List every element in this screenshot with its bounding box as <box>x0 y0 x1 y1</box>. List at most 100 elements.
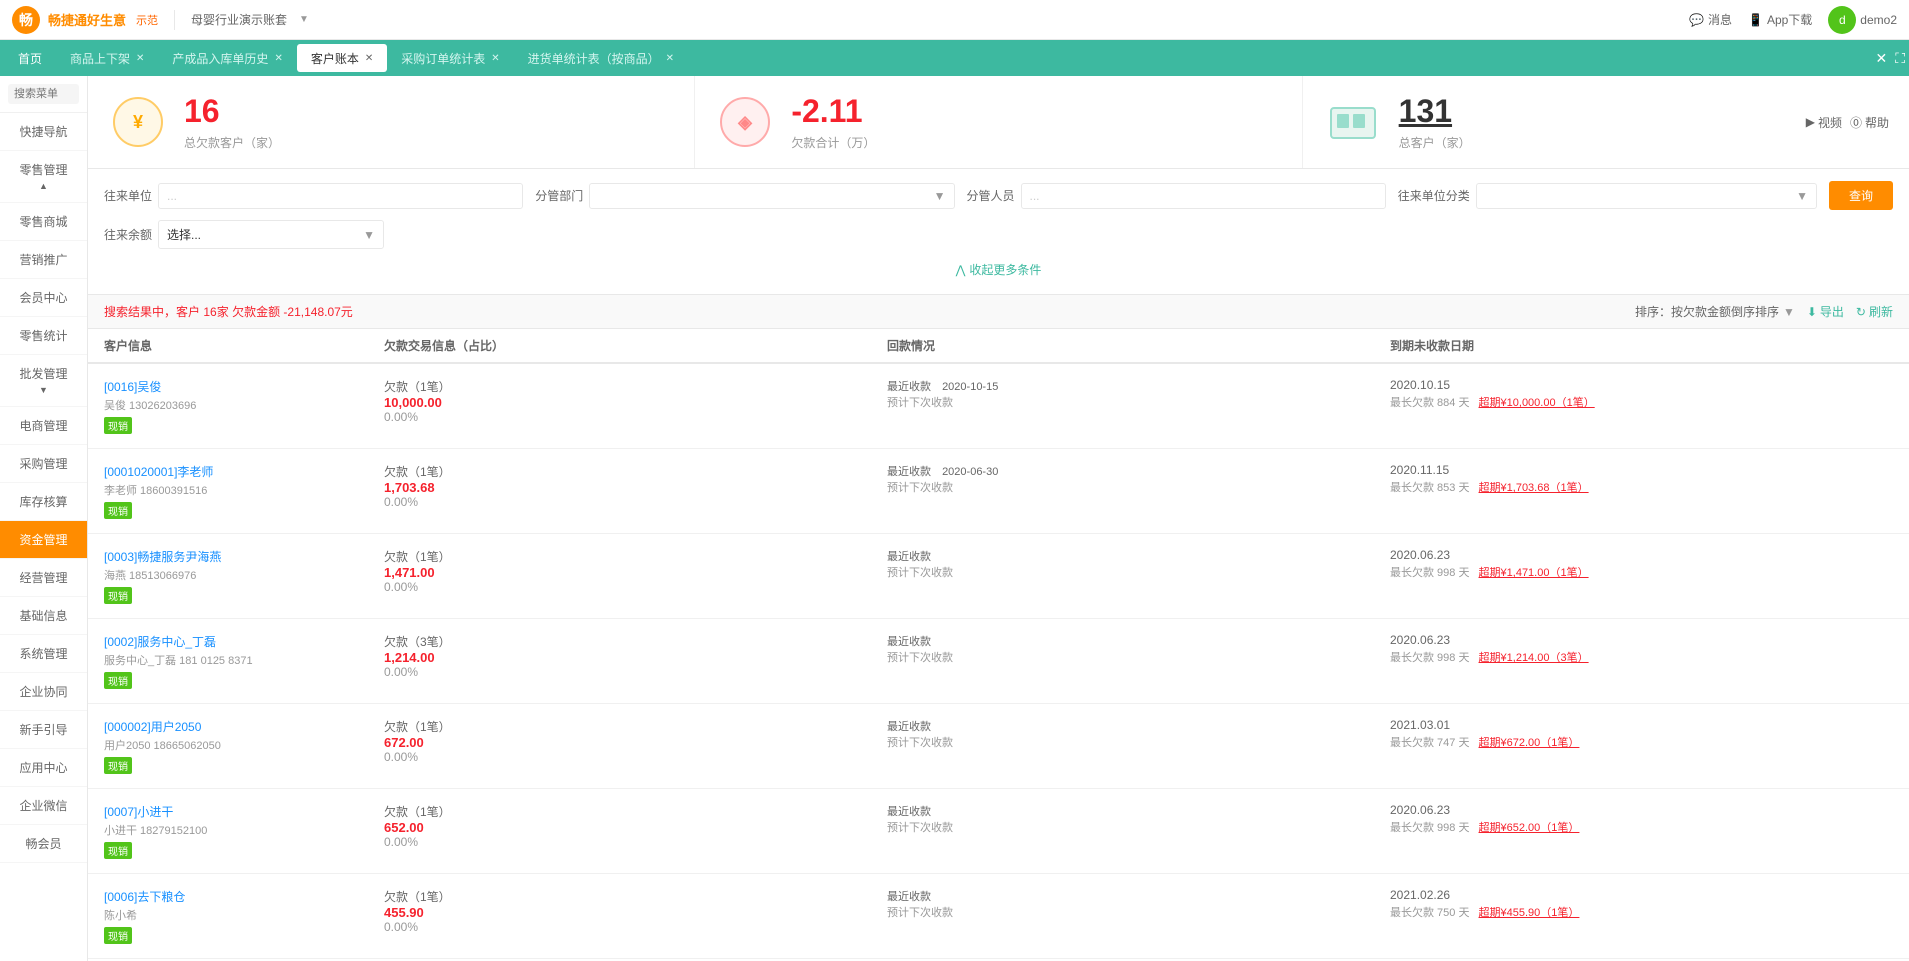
customer-name-5[interactable]: [0007]小进干 <box>104 803 384 820</box>
sidebar-item-member[interactable]: 会员中心 <box>0 279 87 317</box>
customer-name-0[interactable]: [0016]吴俊 <box>104 378 384 395</box>
overdue-link-1[interactable]: 超期¥1,703.68（1笔） <box>1479 482 1589 494</box>
cell-customer-4: [000002]用户2050 用户2050 18665062050 现销 <box>104 714 384 778</box>
customer-name-2[interactable]: [0003]畅捷服务尹海燕 <box>104 548 384 565</box>
sidebar-item-inventory[interactable]: 库存核算 <box>0 483 87 521</box>
tab-stock-close[interactable]: ✕ <box>666 53 674 64</box>
sidebar-item-weixin[interactable]: 企业微信 <box>0 787 87 825</box>
video-btn[interactable]: ▶ 视频 <box>1806 114 1842 131</box>
col-collection: 回款情况 <box>887 337 1390 354</box>
overdue-link-6[interactable]: 超期¥455.90（1笔） <box>1479 907 1580 919</box>
debt-ratio-2: 0.00% <box>384 580 887 594</box>
sidebar-item-batch-mgmt[interactable]: 批发管理 ▼ <box>0 355 87 407</box>
refresh-button[interactable]: ↻ 刷新 <box>1856 303 1893 320</box>
customer-tag-6: 现销 <box>104 927 132 944</box>
sidebar-item-vip[interactable]: 畅会员 <box>0 825 87 863</box>
tab-production[interactable]: 产成品入库单历史 ✕ <box>158 44 296 72</box>
debt-count-0: 欠款（1笔） <box>384 378 887 395</box>
user-profile[interactable]: d demo2 <box>1828 6 1897 34</box>
customer-name-6[interactable]: [0006]去下粮仓 <box>104 888 384 905</box>
customer-name-3[interactable]: [0002]服务中心_丁磊 <box>104 633 384 650</box>
sidebar-item-retail-mgmt[interactable]: 零售管理 ▲ <box>0 151 87 203</box>
cell-customer-5: [0007]小进干 小进干 18279152100 现销 <box>104 799 384 863</box>
card2-icon: ◈ <box>715 92 775 152</box>
filter-category-select[interactable]: ▼ <box>1476 183 1817 209</box>
sidebar-item-retail-mall[interactable]: 零售商城 <box>0 203 87 241</box>
collect-next-6: 预计下次收款 <box>887 904 1390 920</box>
card3-number: 131 <box>1399 93 1790 130</box>
sidebar-item-retail-stats[interactable]: 零售统计 <box>0 317 87 355</box>
sort-label: 排序：按欠款金额倒序排序 <box>1635 303 1779 320</box>
sidebar-item-guide[interactable]: 新手引导 <box>0 711 87 749</box>
cell-customer-3: [0002]服务中心_丁磊 服务中心_丁磊 181 0125 8371 现销 <box>104 629 384 693</box>
table-header: 客户信息 欠款交易信息（占比） 回款情况 到期未收款日期 <box>88 329 1909 364</box>
tab-production-close[interactable]: ✕ <box>274 53 282 64</box>
cell-collect-4: 最近收款 预计下次收款 <box>887 714 1390 754</box>
filter-balance-select[interactable]: 选择... ▼ <box>158 220 384 249</box>
filter-manager-input[interactable]: ... <box>1021 183 1386 209</box>
cell-debt-1: 欠款（1笔） 1,703.68 0.00% <box>384 459 887 513</box>
sidebar-item-operation[interactable]: 经营管理 <box>0 559 87 597</box>
company-selector[interactable]: 母婴行业演示账套 <box>191 11 287 28</box>
filter-source-unit-input[interactable]: ... <box>158 183 523 209</box>
table-row: [0016]吴俊 吴俊 13026203696 现销 欠款（1笔） 10,000… <box>88 364 1909 449</box>
sidebar-item-marketing[interactable]: 营销推广 <box>0 241 87 279</box>
sidebar-search-input[interactable] <box>8 84 79 104</box>
tab-stock[interactable]: 进货单统计表（按商品） ✕ <box>514 44 688 72</box>
help-icon: ⓪ <box>1850 114 1862 131</box>
app-icon: 📱 <box>1748 13 1763 27</box>
sidebar-item-system[interactable]: 系统管理 <box>0 635 87 673</box>
customer-name-1[interactable]: [0001020001]李老师 <box>104 463 384 480</box>
tab-fullscreen-btn[interactable]: ⛶ <box>1895 50 1905 67</box>
tab-products-close[interactable]: ✕ <box>136 53 144 64</box>
tab-purchase-close[interactable]: ✕ <box>491 53 499 64</box>
cell-customer-2: [0003]畅捷服务尹海燕 海燕 18513066976 现销 <box>104 544 384 608</box>
search-button[interactable]: 查询 <box>1829 181 1893 210</box>
tab-products[interactable]: 商品上下架 ✕ <box>56 44 158 72</box>
sidebar: 快捷导航 零售管理 ▲ 零售商城 营销推广 会员中心 零售统计 批发管理 ▼ 电… <box>0 76 88 961</box>
collect-date-3: 最近收款 <box>887 633 1390 649</box>
table-row: [0001020001]李老师 李老师 18600391516 现销 欠款（1笔… <box>88 449 1909 534</box>
customer-phone-4: 用户2050 18665062050 <box>104 737 384 753</box>
help-btn[interactable]: ⓪ 帮助 <box>1850 114 1889 131</box>
tab-home[interactable]: 首页 <box>4 44 56 72</box>
overdue-link-5[interactable]: 超期¥652.00（1笔） <box>1479 822 1580 834</box>
app-download-btn[interactable]: 📱 App下载 <box>1748 11 1812 28</box>
tab-bar: 首页 商品上下架 ✕ 产成品入库单历史 ✕ 客户账本 ✕ 采购订单统计表 ✕ 进… <box>0 40 1909 76</box>
col-debt-info: 欠款交易信息（占比） <box>384 337 887 354</box>
sidebar-item-enterprise[interactable]: 企业协同 <box>0 673 87 711</box>
retail-mgmt-arrow: ▲ <box>39 181 48 191</box>
sidebar-item-purchase-mgmt[interactable]: 采购管理 <box>0 445 87 483</box>
cell-customer-6: [0006]去下粮仓 陈小希 现销 <box>104 884 384 948</box>
customer-tag-0: 现销 <box>104 417 132 434</box>
tab-customer-close[interactable]: ✕ <box>365 53 373 64</box>
sidebar-item-ecommerce[interactable]: 电商管理 <box>0 407 87 445</box>
tab-purchase[interactable]: 采购订单统计表 ✕ <box>387 44 513 72</box>
due-date-4: 2021.03.01 <box>1390 718 1893 732</box>
message-icon: 💬 <box>1689 13 1704 27</box>
overdue-link-4[interactable]: 超期¥672.00（1笔） <box>1479 737 1580 749</box>
tab-customer[interactable]: 客户账本 ✕ <box>297 44 387 72</box>
tab-close-all-btn[interactable]: ✕ <box>1875 50 1887 67</box>
collect-next-5: 预计下次收款 <box>887 819 1390 835</box>
overdue-link-3[interactable]: 超期¥1,214.00（3笔） <box>1479 652 1589 664</box>
customer-phone-0: 吴俊 13026203696 <box>104 397 384 413</box>
message-btn[interactable]: 💬 消息 <box>1689 11 1732 28</box>
sort-selector[interactable]: 排序：按欠款金额倒序排序 ▼ <box>1635 303 1795 320</box>
card1-number: 16 <box>184 93 674 130</box>
customer-name-4[interactable]: [000002]用户2050 <box>104 718 384 735</box>
summary-card-1: ¥ 16 总欠款客户（家） <box>88 76 695 168</box>
cell-debt-0: 欠款（1笔） 10,000.00 0.00% <box>384 374 887 428</box>
logo-area: 畅 畅捷通好生意 示范 母婴行业演示账套 ▼ <box>12 6 309 34</box>
collapse-button[interactable]: ⋀ 收起更多条件 <box>104 257 1893 282</box>
collect-next-4: 预计下次收款 <box>887 734 1390 750</box>
filter-dept-select[interactable]: ▼ <box>589 183 954 209</box>
sidebar-item-quick-nav[interactable]: 快捷导航 <box>0 113 87 151</box>
sidebar-item-app-center[interactable]: 应用中心 <box>0 749 87 787</box>
company-dropdown-icon[interactable]: ▼ <box>299 14 309 25</box>
sidebar-item-basic-info[interactable]: 基础信息 <box>0 597 87 635</box>
overdue-link-0[interactable]: 超期¥10,000.00（1笔） <box>1479 397 1595 409</box>
overdue-link-2[interactable]: 超期¥1,471.00（1笔） <box>1479 567 1589 579</box>
export-button[interactable]: ⬇ 导出 <box>1807 303 1844 320</box>
sidebar-item-finance[interactable]: 资金管理 <box>0 521 87 559</box>
